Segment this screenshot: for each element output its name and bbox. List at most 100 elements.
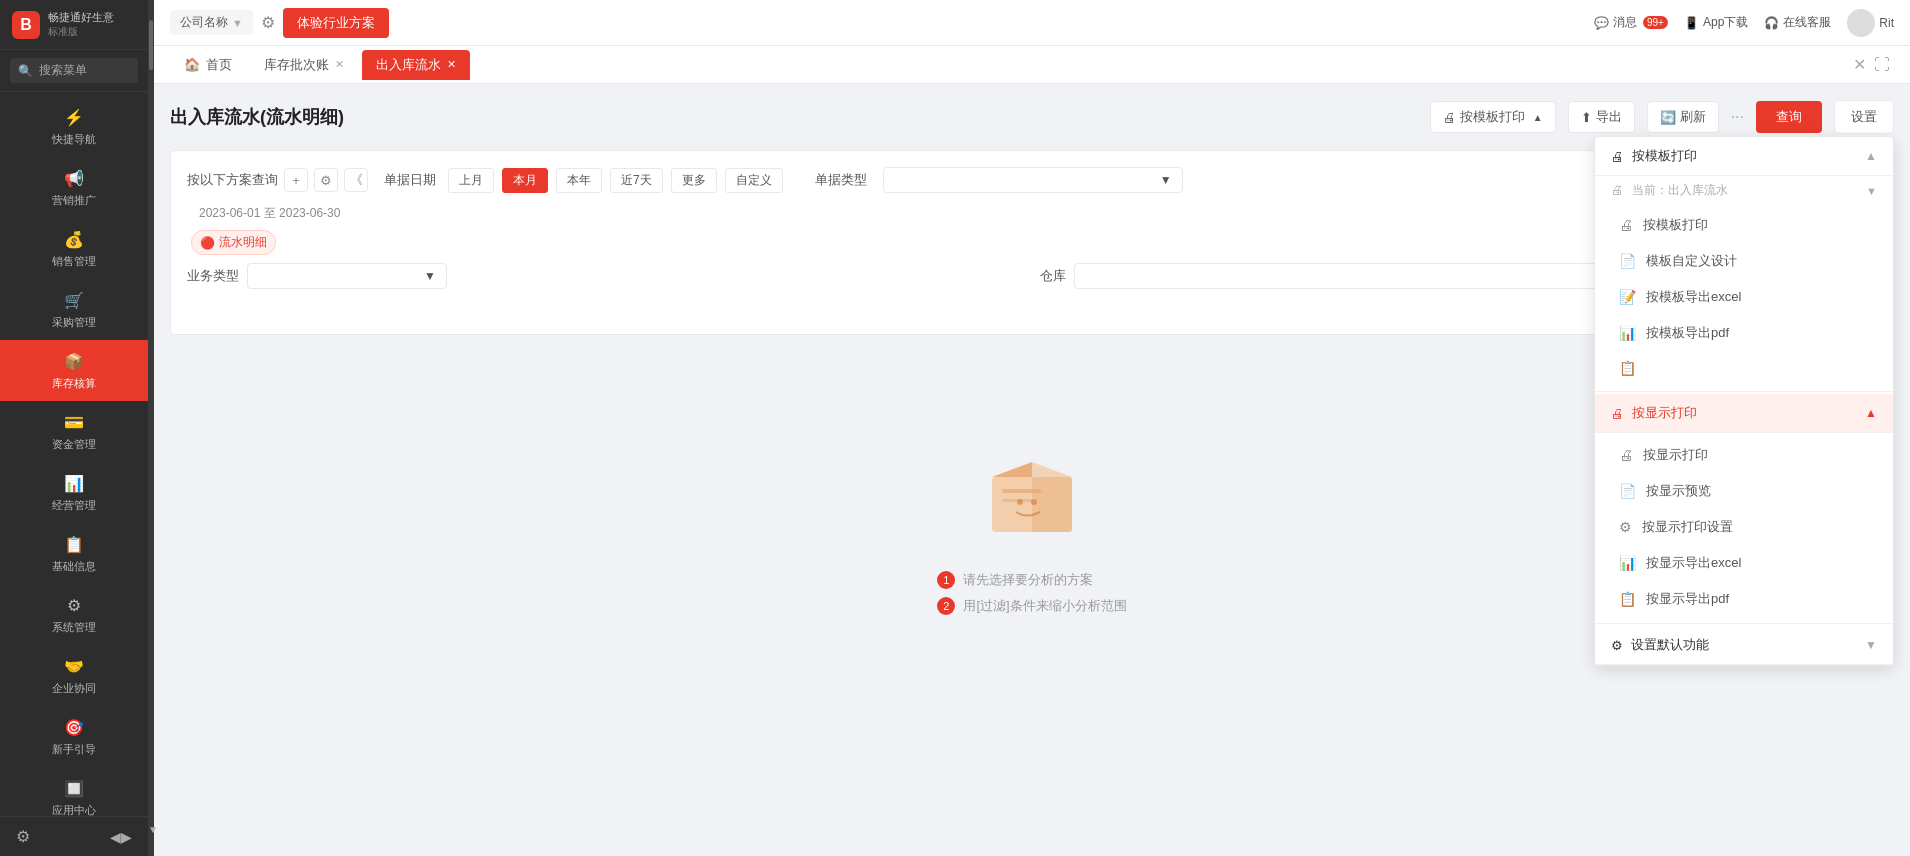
bill-type-dropdown-icon: ▼ [1160, 173, 1172, 187]
trial-button[interactable]: 体验行业方案 [283, 8, 389, 38]
query-btn[interactable]: 查询 [1756, 101, 1822, 133]
bill-type-select[interactable]: ▼ [883, 167, 1183, 193]
template-print-items: 🖨 按模板打印 📄 模板自定义设计 📝 按模板导出excel 📊 [1595, 203, 1893, 389]
sidebar-item-guide[interactable]: 🎯 新手引导 [0, 706, 148, 767]
printer-icon: 🖨 [1443, 110, 1456, 125]
dropdown-item-display-settings[interactable]: ⚙ 按显示打印设置 [1595, 509, 1893, 545]
business-type-dropdown-icon: ▼ [424, 269, 436, 283]
home-icon: 🏠 [184, 57, 200, 72]
sidebar-item-operations[interactable]: 📊 经营管理 [0, 462, 148, 523]
date-btn-this-year[interactable]: 本年 [556, 168, 602, 193]
sidebar-search-btn[interactable]: 🔍 搜索菜单 [10, 58, 138, 83]
warehouse-label: 仓库 [1040, 267, 1066, 285]
tab-batch-close[interactable]: ✕ [335, 58, 344, 71]
scrollbar-thumb [149, 20, 153, 70]
user-avatar [1847, 9, 1875, 37]
dropdown-item-display-excel[interactable]: 📊 按显示导出excel [1595, 545, 1893, 581]
sidebar-logo: B 畅捷通好生意 标准版 [0, 0, 148, 50]
refresh-icon: 🔄 [1660, 110, 1676, 125]
sidebar-item-sales[interactable]: 💰 销售管理 [0, 218, 148, 279]
online-support-action[interactable]: 🎧 在线客服 [1764, 14, 1831, 31]
business-type-select[interactable]: ▼ [247, 263, 447, 289]
sidebar-item-base[interactable]: 📋 基础信息 [0, 523, 148, 584]
sidebar-item-inventory[interactable]: 📦 库存核算 [0, 340, 148, 401]
base-icon: 📋 [63, 533, 85, 555]
empty-steps: 1 请先选择要分析的方案 2 用[过滤]条件来缩小分析范围 [937, 567, 1126, 619]
filter-settings-icon[interactable]: ⚙ [314, 168, 338, 192]
display-print-icon: 🖨 [1619, 447, 1633, 463]
filter-collapse-left-icon[interactable]: 《 [344, 168, 368, 192]
empty-step-2: 2 用[过滤]条件来缩小分析范围 [937, 593, 1126, 619]
dropdown-footer-divider [1595, 623, 1893, 624]
print-template-wrapper: 🖨 按模板打印 ▲ [1430, 101, 1556, 133]
headset-icon: 🎧 [1764, 16, 1779, 30]
filter-label-area: 按以下方案查询 + ⚙ 《 [187, 168, 368, 192]
messages-action[interactable]: 💬 消息 99+ [1594, 14, 1668, 31]
current-template-row: 🖨 当前：出入库流水 ▼ [1595, 176, 1893, 203]
window-expand-icon[interactable]: ⛶ [1874, 56, 1890, 74]
date-btn-custom[interactable]: 自定义 [725, 168, 783, 193]
flow-detail-icon: 🔴 [200, 236, 215, 250]
tab-flow-close[interactable]: ✕ [447, 58, 456, 71]
display-print-chevron: ▲ [1865, 406, 1877, 420]
user-profile[interactable]: Rit [1847, 9, 1894, 37]
dropdown-item-template-excel[interactable]: 📊 按模板导出pdf [1595, 315, 1893, 351]
display-print-section-header[interactable]: 🖨 按显示打印 ▲ [1595, 394, 1893, 433]
date-btn-this-month[interactable]: 本月 [502, 168, 548, 193]
dropdown-header[interactable]: 🖨 按模板打印 ▲ [1595, 137, 1893, 176]
window-close-icon[interactable]: ✕ [1853, 55, 1866, 74]
purchase-icon: 🛒 [63, 289, 85, 311]
company-select[interactable]: 公司名称 ▼ [170, 10, 253, 35]
svg-rect-4 [1002, 489, 1042, 493]
sidebar-settings-icon[interactable]: ⚙ [16, 827, 30, 846]
display-settings-icon: ⚙ [1619, 519, 1632, 535]
date-btn-more[interactable]: 更多 [671, 168, 717, 193]
sidebar-search-area[interactable]: 🔍 搜索菜单 [0, 50, 148, 92]
tabbar: 🏠 首页 库存批次账 ✕ 出入库流水 ✕ ✕ ⛶ [154, 46, 1910, 84]
filter-add-btn[interactable]: + [284, 168, 308, 192]
dropdown-item-template-print[interactable]: 🖨 按模板打印 [1595, 207, 1893, 243]
dropdown-footer[interactable]: ⚙ 设置默认功能 ▼ [1595, 626, 1893, 665]
app-logo-icon: B [12, 11, 40, 39]
sidebar-item-system[interactable]: ⚙ 系统管理 [0, 584, 148, 645]
tab-flow[interactable]: 出入库流水 ✕ [362, 50, 470, 80]
dropdown-item-template-preview[interactable]: 📄 模板自定义设计 [1595, 243, 1893, 279]
sidebar-item-enterprise[interactable]: 🤝 企业协同 [0, 645, 148, 706]
export-icon: ⬆ [1581, 110, 1592, 125]
sidebar-item-marketing[interactable]: 📢 营销推广 [0, 157, 148, 218]
page-header: 出入库流水(流水明细) 🖨 按模板打印 ▲ ⬆ 导出 🔄 刷新 [170, 100, 1894, 134]
print-template-btn[interactable]: 🖨 按模板打印 ▲ [1430, 101, 1556, 133]
app-logo-text: 畅捷通好生意 标准版 [48, 10, 114, 38]
sidebar-nav: ⚡ 快捷导航 📢 营销推广 💰 销售管理 🛒 采购管理 📦 库存核算 💳 资金管… [0, 92, 148, 816]
template-custom-icon: 📝 [1619, 289, 1636, 305]
sidebar-item-finance[interactable]: 💳 资金管理 [0, 401, 148, 462]
sidebar-item-apps[interactable]: 🔲 应用中心 [0, 767, 148, 816]
tab-home[interactable]: 🏠 首页 [170, 50, 246, 80]
app-download-action[interactable]: 📱 App下载 [1684, 14, 1748, 31]
flow-detail-tag[interactable]: 🔴 流水明细 [191, 230, 276, 255]
dropdown-divider [1595, 391, 1893, 392]
sidebar-collapse-icon[interactable]: ◀▶ [110, 829, 132, 845]
more-options-icon[interactable]: ··· [1731, 108, 1744, 126]
dropdown-item-template-custom[interactable]: 📝 按模板导出excel [1595, 279, 1893, 315]
topbar-settings-icon[interactable]: ⚙ [261, 13, 275, 32]
date-btn-prev-month[interactable]: 上月 [448, 168, 494, 193]
dropdown-item-display-pdf[interactable]: 📋 按显示导出pdf [1595, 581, 1893, 617]
dropdown-item-display-preview[interactable]: 📄 按显示预览 [1595, 473, 1893, 509]
display-print-items: 🖨 按显示打印 📄 按显示预览 ⚙ 按显示打印设置 📊 [1595, 433, 1893, 621]
sidebar-item-purchase[interactable]: 🛒 采购管理 [0, 279, 148, 340]
dropdown-item-template-pdf[interactable]: 📋 [1595, 351, 1893, 385]
display-excel-icon: 📊 [1619, 555, 1636, 571]
dropdown-item-display-print[interactable]: 🖨 按显示打印 [1595, 437, 1893, 473]
operations-icon: 📊 [63, 472, 85, 494]
date-btn-7days[interactable]: 近7天 [610, 168, 663, 193]
main-wrapper: 公司名称 ▼ ⚙ 体验行业方案 💬 消息 99+ 📱 App下载 🎧 在线客服 [154, 0, 1910, 856]
company-dropdown-icon: ▼ [232, 17, 243, 29]
export-btn[interactable]: ⬆ 导出 [1568, 101, 1635, 133]
refresh-btn[interactable]: 🔄 刷新 [1647, 101, 1719, 133]
current-template-label: 🖨 当前：出入库流水 [1611, 182, 1728, 199]
dropdown-title: 🖨 按模板打印 [1611, 147, 1697, 165]
settings-btn[interactable]: 设置 [1834, 100, 1894, 134]
tab-batch[interactable]: 库存批次账 ✕ [250, 50, 358, 80]
sidebar-item-quick-nav[interactable]: ⚡ 快捷导航 [0, 96, 148, 157]
